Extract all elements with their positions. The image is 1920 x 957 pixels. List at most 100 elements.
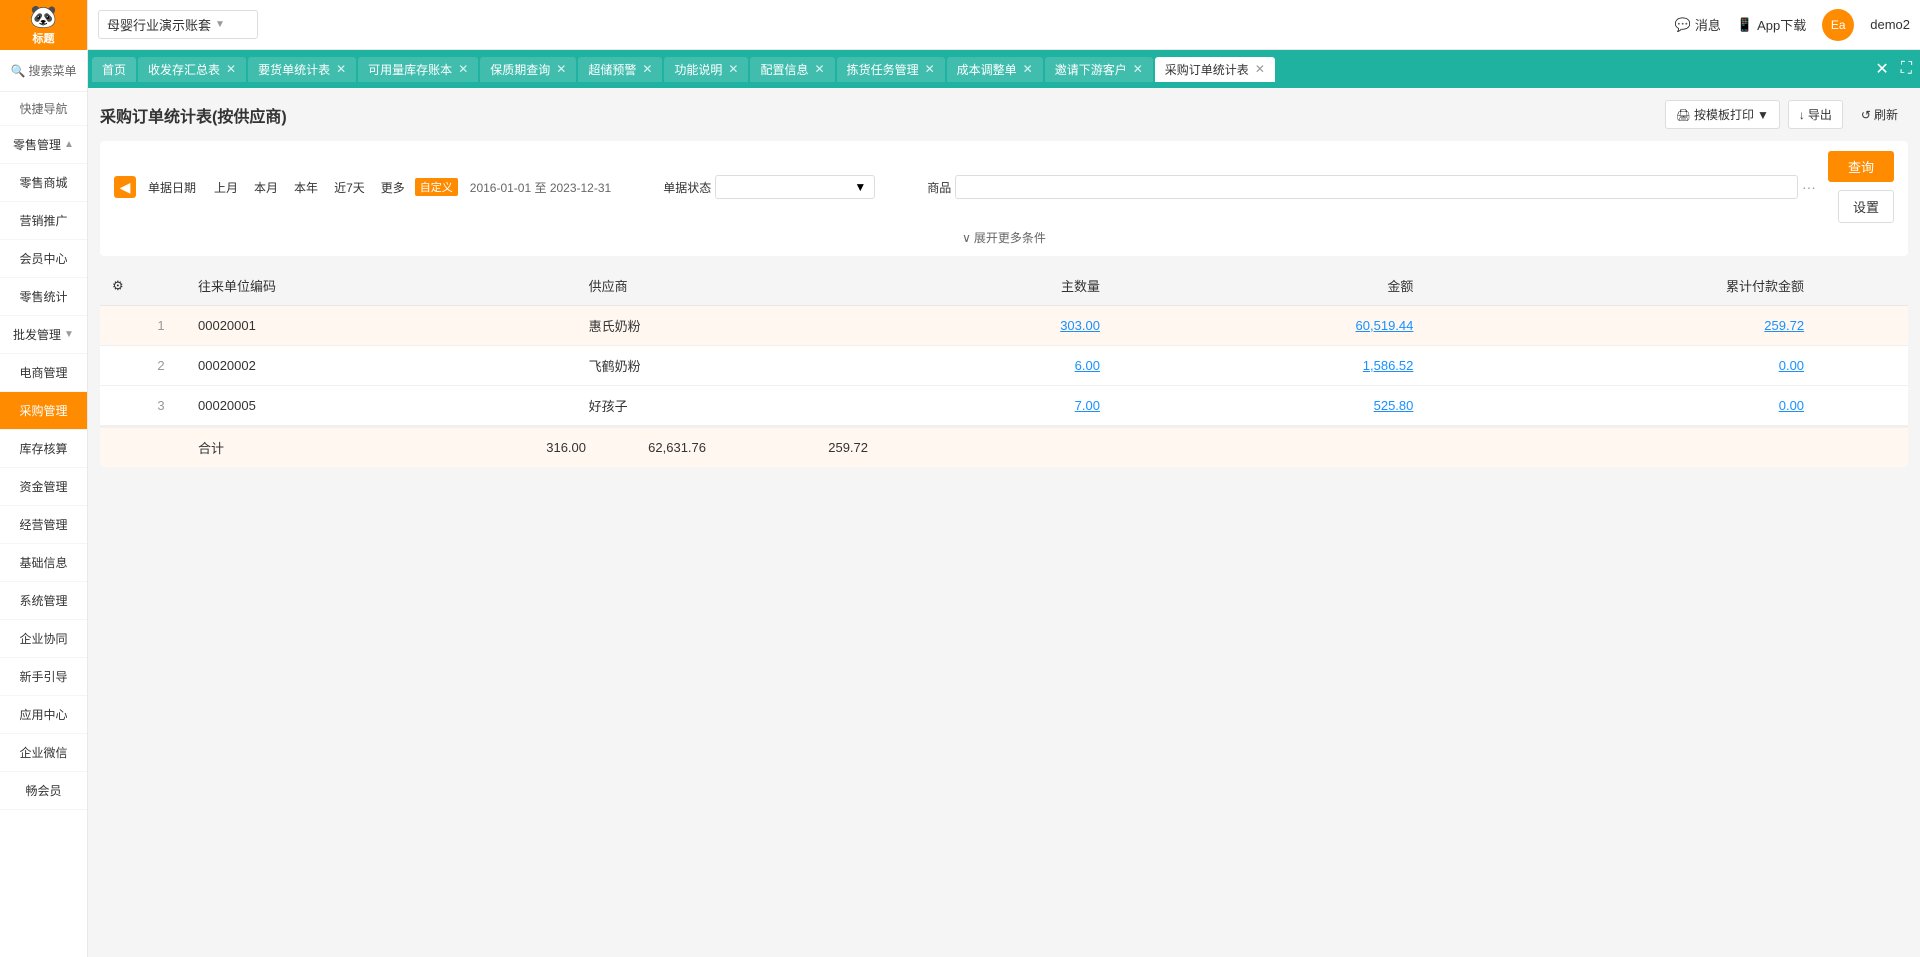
sidebar-item-enterprise-wechat[interactable]: 企业微信 bbox=[0, 734, 87, 772]
export-icon: ↓ bbox=[1799, 108, 1805, 122]
table-row: 2 00020002 飞鹤奶粉 6.00 1,586.52 0.00 bbox=[100, 346, 1908, 386]
status-select[interactable]: ▼ bbox=[715, 175, 875, 199]
sidebar-item-sys-mgmt[interactable]: 系统管理 bbox=[0, 582, 87, 620]
app-download-button[interactable]: 📱 App下载 bbox=[1737, 15, 1806, 34]
sidebar-item-purchase[interactable]: 采购管理 bbox=[0, 392, 87, 430]
goods-label: 商品 bbox=[927, 179, 951, 196]
message-icon: 💬 bbox=[1675, 17, 1691, 33]
tab-receive-summary[interactable]: 收发存汇总表 ✕ bbox=[138, 57, 246, 82]
expand-more-button[interactable]: ∨ 展开更多条件 bbox=[962, 229, 1046, 246]
tab-home[interactable]: 首页 bbox=[92, 57, 136, 82]
search-menu-button[interactable]: 🔍 搜索菜单 bbox=[6, 58, 81, 83]
filter-toggle-icon: ◀ bbox=[120, 179, 131, 196]
shortcut-this-month[interactable]: 本月 bbox=[248, 177, 284, 198]
sidebar-item-wholesale[interactable]: 批发管理 ▼ bbox=[0, 316, 87, 354]
row2-spacer bbox=[1816, 346, 1908, 386]
expand-icon-wholesale: ▼ bbox=[64, 329, 74, 340]
avatar[interactable]: Ea bbox=[1822, 9, 1854, 41]
row2-gear bbox=[100, 346, 136, 386]
sidebar-item-enterprise[interactable]: 企业协同 bbox=[0, 620, 87, 658]
settings-button[interactable]: 设置 bbox=[1838, 190, 1894, 223]
username-label[interactable]: demo2 bbox=[1870, 17, 1910, 32]
tab-purchase-order-stats[interactable]: 采购订单统计表 ✕ bbox=[1155, 57, 1275, 82]
tab-close-overstock[interactable]: ✕ bbox=[642, 63, 652, 75]
tab-requisition-stats[interactable]: 要货单统计表 ✕ bbox=[248, 57, 356, 82]
expand-chevron-icon: ∨ bbox=[962, 231, 971, 245]
col-gear[interactable]: ⚙ bbox=[100, 266, 136, 306]
sidebar-item-ecommerce[interactable]: 电商管理 bbox=[0, 354, 87, 392]
tab-close-cost-adjust[interactable]: ✕ bbox=[1023, 63, 1033, 75]
tab-close-invite-downstream[interactable]: ✕ bbox=[1133, 63, 1143, 75]
sidebar-item-marketing[interactable]: 营销推广 bbox=[0, 202, 87, 240]
query-actions: 查询 设置 bbox=[1828, 151, 1894, 223]
data-table-wrap: ⚙ 往来单位编码 供应商 主数量 金额 累计付款金额 1 00020001 bbox=[100, 266, 1908, 467]
tab-cost-adjust[interactable]: 成本调整单 ✕ bbox=[947, 57, 1043, 82]
tabbar-close-btn[interactable]: ✕ bbox=[1871, 55, 1892, 83]
tab-close-function-desc[interactable]: ✕ bbox=[728, 63, 738, 75]
shortcut-more[interactable]: 更多 bbox=[375, 177, 411, 198]
filter-row-1: ◀ 单据日期 上月 本月 本年 近7天 更多 自定义 2016-01-01 至 … bbox=[114, 151, 1894, 223]
tab-close-receive-summary[interactable]: ✕ bbox=[226, 63, 236, 75]
quick-nav-button[interactable]: 快捷导航 bbox=[0, 92, 87, 126]
tab-config-info[interactable]: 配置信息 ✕ bbox=[750, 57, 834, 82]
shortcut-this-year[interactable]: 本年 bbox=[288, 177, 324, 198]
workspace-selector[interactable]: 母婴行业演示账套 ▼ bbox=[98, 10, 258, 39]
sidebar-item-finance[interactable]: 资金管理 bbox=[0, 468, 87, 506]
sidebar-item-operations[interactable]: 经营管理 bbox=[0, 506, 87, 544]
shortcut-last-month[interactable]: 上月 bbox=[208, 177, 244, 198]
tab-available-inventory[interactable]: 可用量库存账本 ✕ bbox=[358, 57, 478, 82]
row1-unit-code: 00020001 bbox=[186, 306, 577, 346]
tab-overstock[interactable]: 超储预警 ✕ bbox=[578, 57, 662, 82]
row1-amount: 60,519.44 bbox=[1112, 306, 1425, 346]
sidebar-item-retail[interactable]: 零售管理 ▲ bbox=[0, 126, 87, 164]
data-table: ⚙ 往来单位编码 供应商 主数量 金额 累计付款金额 1 00020001 bbox=[100, 266, 1908, 426]
tab-close-requisition-stats[interactable]: ✕ bbox=[336, 63, 346, 75]
status-dropdown-icon: ▼ bbox=[854, 180, 866, 194]
sidebar-item-basic-info[interactable]: 基础信息 bbox=[0, 544, 87, 582]
col-paid: 累计付款金额 bbox=[1425, 266, 1816, 306]
sidebar-item-vip[interactable]: 畅会员 bbox=[0, 772, 87, 810]
row2-qty: 6.00 bbox=[868, 346, 1112, 386]
logo-text: 标题 bbox=[33, 30, 55, 46]
tab-function-desc[interactable]: 功能说明 ✕ bbox=[664, 57, 748, 82]
row1-qty: 303.00 bbox=[868, 306, 1112, 346]
tab-picking-task[interactable]: 拣货任务管理 ✕ bbox=[837, 57, 945, 82]
tabbar-fullscreen-btn[interactable]: ⛶ bbox=[1897, 56, 1916, 82]
sidebar-items-list: 零售管理 ▲ 零售商城 营销推广 会员中心 零售统计 批发管理 ▼ 电商管理 采… bbox=[0, 126, 87, 810]
table-body: 1 00020001 惠氏奶粉 303.00 60,519.44 259.72 … bbox=[100, 306, 1908, 426]
sidebar-item-inventory[interactable]: 库存核算 bbox=[0, 430, 87, 468]
col-qty: 主数量 bbox=[868, 266, 1112, 306]
shortcut-last-7-days[interactable]: 近7天 bbox=[328, 177, 371, 198]
sidebar-item-app-center[interactable]: 应用中心 bbox=[0, 696, 87, 734]
message-button[interactable]: 💬 消息 bbox=[1675, 15, 1721, 34]
tab-close-config-info[interactable]: ✕ bbox=[815, 63, 825, 75]
col-spacer bbox=[1816, 266, 1908, 306]
row1-gear bbox=[100, 306, 136, 346]
row3-amount: 525.80 bbox=[1112, 386, 1425, 426]
col-amount: 金额 bbox=[1112, 266, 1425, 306]
date-shortcuts: 上月 本月 本年 近7天 更多 自定义 bbox=[208, 177, 458, 198]
tab-close-purchase-order-stats[interactable]: ✕ bbox=[1255, 63, 1265, 75]
row3-unit-code: 00020005 bbox=[186, 386, 577, 426]
sidebar-item-member[interactable]: 会员中心 bbox=[0, 240, 87, 278]
sidebar-item-retail-stats[interactable]: 零售统计 bbox=[0, 278, 87, 316]
topbar-right: 💬 消息 📱 App下载 Ea demo2 bbox=[1675, 9, 1910, 41]
footer-paid: 259.72 bbox=[718, 440, 868, 455]
row1-spacer bbox=[1816, 306, 1908, 346]
query-button[interactable]: 查询 bbox=[1828, 151, 1894, 182]
sidebar-item-new-guide[interactable]: 新手引导 bbox=[0, 658, 87, 696]
footer-qty: 316.00 bbox=[498, 440, 598, 455]
tab-close-available-inventory[interactable]: ✕ bbox=[458, 63, 468, 75]
sidebar-item-retail-mall[interactable]: 零售商城 bbox=[0, 164, 87, 202]
print-button[interactable]: 🖨 按模板打印 ▼ bbox=[1665, 100, 1780, 129]
tab-shelf-life[interactable]: 保质期查询 ✕ bbox=[480, 57, 576, 82]
filter-toggle-button[interactable]: ◀ bbox=[114, 176, 136, 198]
tab-close-shelf-life[interactable]: ✕ bbox=[556, 63, 566, 75]
refresh-button[interactable]: ↺ 刷新 bbox=[1851, 101, 1908, 128]
goods-input[interactable] bbox=[955, 175, 1798, 199]
export-button[interactable]: ↓ 导出 bbox=[1788, 100, 1843, 129]
logo[interactable]: 🐼 标题 bbox=[0, 0, 87, 50]
tab-invite-downstream[interactable]: 邀请下游客户 ✕ bbox=[1045, 57, 1153, 82]
goods-more-icon[interactable]: ··· bbox=[1802, 179, 1816, 195]
tab-close-picking-task[interactable]: ✕ bbox=[925, 63, 935, 75]
